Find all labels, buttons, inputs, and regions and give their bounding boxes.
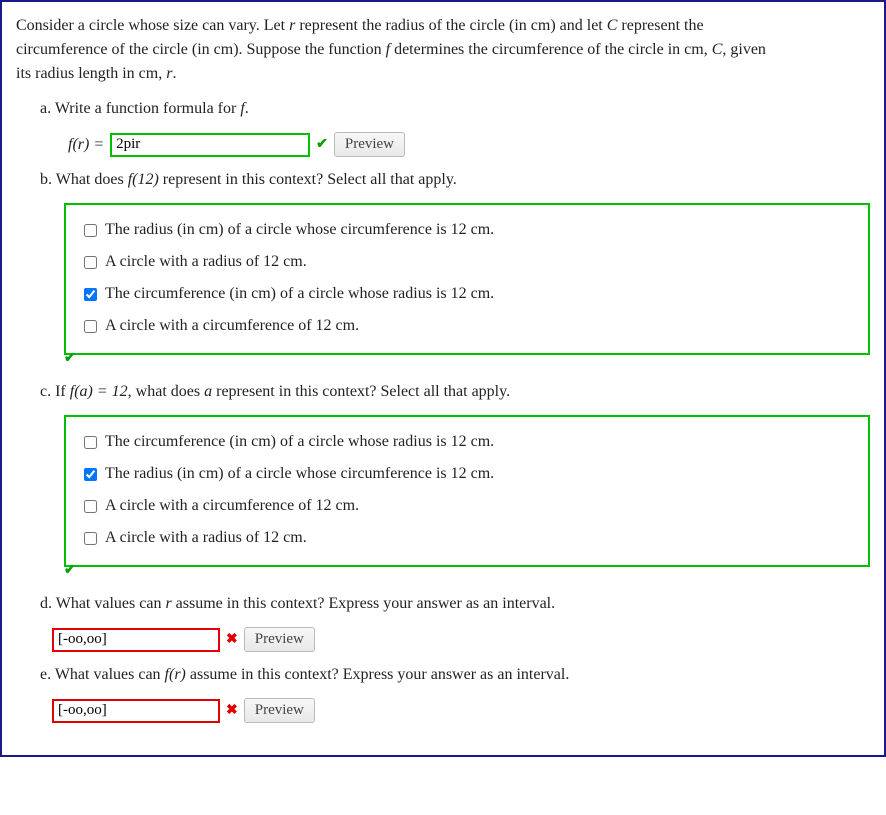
checkbox-c-1[interactable] (84, 436, 97, 449)
checkbox-c-2[interactable] (84, 468, 97, 481)
choice-b-4: A circle with a circumference of 12 cm. (84, 317, 850, 335)
choice-c-4-label: A circle with a radius of 12 cm. (105, 529, 307, 547)
part-c-label: c. If f(a) = 12, what does a represent i… (40, 383, 870, 401)
choice-b-3-label: The circumference (in cm) of a circle wh… (105, 285, 494, 303)
preview-button[interactable]: Preview (334, 132, 405, 157)
part-a-label: a. Write a function formula for f. (40, 100, 870, 118)
intro-text: Consider a circle whose size can vary. L… (16, 14, 870, 86)
checkbox-b-1[interactable] (84, 224, 97, 237)
checkbox-b-3[interactable] (84, 288, 97, 301)
choice-c-1-label: The circumference (in cm) of a circle wh… (105, 433, 494, 451)
choice-b-2: A circle with a radius of 12 cm. (84, 253, 850, 271)
var-C2: C (712, 41, 723, 58)
fn-lhs: f(r) = (68, 136, 104, 154)
choice-b-1: The radius (in cm) of a circle whose cir… (84, 221, 850, 239)
intro-text-4: circumference of the circle (in cm). Sup… (16, 41, 386, 58)
intro-text-7: its radius length in cm, (16, 65, 166, 82)
choice-b-4-label: A circle with a circumference of 12 cm. (105, 317, 359, 335)
choice-c-2-label: The radius (in cm) of a circle whose cir… (105, 465, 494, 483)
part-d-row: ✖ Preview (52, 627, 870, 652)
part-a-input[interactable] (110, 133, 310, 157)
part-d-label: d. What values can r assume in this cont… (40, 595, 870, 613)
choice-c-2: The radius (in cm) of a circle whose cir… (84, 465, 850, 483)
part-c-choices: The circumference (in cm) of a circle wh… (64, 415, 870, 567)
checkbox-c-4[interactable] (84, 532, 97, 545)
preview-button[interactable]: Preview (244, 698, 315, 723)
intro-text-3: represent the (617, 17, 703, 34)
question-container: Consider a circle whose size can vary. L… (0, 0, 886, 757)
part-c: c. If f(a) = 12, what does a represent i… (40, 383, 870, 567)
part-e-label: e. What values can f(r) assume in this c… (40, 666, 870, 684)
choice-b-2-label: A circle with a radius of 12 cm. (105, 253, 307, 271)
checkbox-c-3[interactable] (84, 500, 97, 513)
cross-icon: ✖ (226, 631, 238, 648)
choice-c-3-label: A circle with a circumference of 12 cm. (105, 497, 359, 515)
intro-text-6: , given (722, 41, 766, 58)
part-e-input[interactable] (52, 699, 220, 723)
part-a-equation-row: f(r) = ✔ Preview (68, 132, 870, 157)
checkbox-b-2[interactable] (84, 256, 97, 269)
choice-c-1: The circumference (in cm) of a circle wh… (84, 433, 850, 451)
intro-text-2: represent the radius of the circle (in c… (295, 17, 606, 34)
choice-c-4: A circle with a radius of 12 cm. (84, 529, 850, 547)
part-b: b. What does f(12) represent in this con… (40, 171, 870, 355)
intro-text-5: determines the circumference of the circ… (390, 41, 712, 58)
intro-text-8: . (172, 65, 176, 82)
check-icon: ✔ (64, 350, 76, 367)
part-e: e. What values can f(r) assume in this c… (40, 666, 870, 723)
part-b-label: b. What does f(12) represent in this con… (40, 171, 870, 189)
part-b-choices: The radius (in cm) of a circle whose cir… (64, 203, 870, 355)
part-d: d. What values can r assume in this cont… (40, 595, 870, 652)
part-a: a. Write a function formula for f. f(r) … (40, 100, 870, 157)
preview-button[interactable]: Preview (244, 627, 315, 652)
part-e-row: ✖ Preview (52, 698, 870, 723)
check-icon: ✔ (316, 136, 328, 153)
choice-b-1-label: The radius (in cm) of a circle whose cir… (105, 221, 494, 239)
choice-b-3: The circumference (in cm) of a circle wh… (84, 285, 850, 303)
var-C: C (607, 17, 618, 34)
intro-text-1: Consider a circle whose size can vary. L… (16, 17, 289, 34)
cross-icon: ✖ (226, 702, 238, 719)
choice-c-3: A circle with a circumference of 12 cm. (84, 497, 850, 515)
checkbox-b-4[interactable] (84, 320, 97, 333)
check-icon: ✔ (64, 562, 76, 579)
part-d-input[interactable] (52, 628, 220, 652)
